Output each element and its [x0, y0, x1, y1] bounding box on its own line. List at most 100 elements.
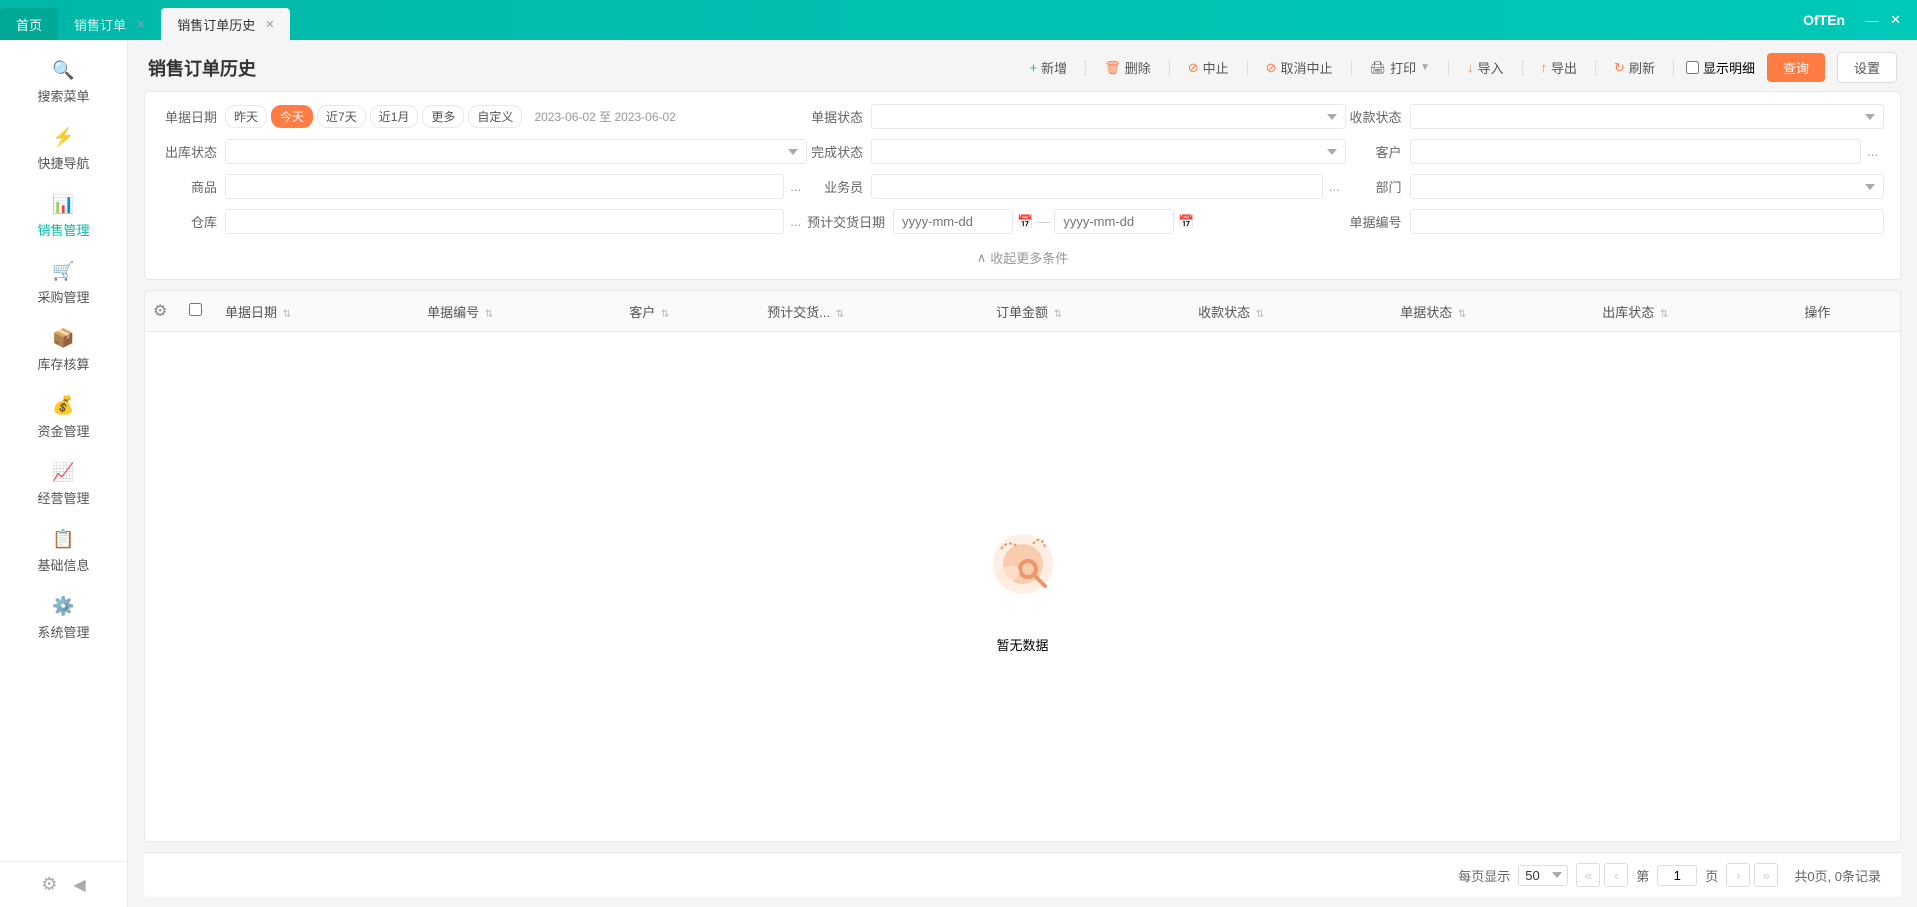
inventory-check-icon: 📦	[52, 326, 76, 350]
warehouse-dots[interactable]: ...	[784, 214, 807, 229]
cancel-stop-icon: ⊘	[1266, 60, 1277, 76]
query-label: 查询	[1783, 61, 1809, 76]
sidebar-item-basic-info[interactable]: 📋 基础信息	[0, 517, 127, 584]
delete-icon: 🗑	[1104, 60, 1121, 76]
sidebar-item-capital-mgmt[interactable]: 💰 资金管理	[0, 383, 127, 450]
query-button[interactable]: 查询	[1767, 53, 1825, 82]
delivery-date-end[interactable]	[1054, 209, 1174, 234]
sidebar-item-quick-nav[interactable]: ⚡ 快捷导航	[0, 115, 127, 182]
sort-payment-status-icon[interactable]: ⇅	[1256, 309, 1264, 320]
sort-warehouse-status-icon[interactable]: ⇅	[1660, 309, 1668, 320]
sidebar-item-sales-mgmt[interactable]: 📊 销售管理	[0, 182, 127, 249]
bill-no-input[interactable]	[1410, 209, 1884, 234]
per-page-select[interactable]: 10 20 50 100	[1518, 865, 1568, 886]
close-btn[interactable]: ✕	[1890, 12, 1901, 28]
col-action: 操作	[1796, 291, 1900, 332]
sort-bill-status-icon[interactable]: ⇅	[1458, 309, 1466, 320]
col-payment-status-label: 收款状态	[1198, 305, 1250, 320]
cancel-stop-button[interactable]: ⊘ 取消中止	[1260, 54, 1339, 81]
sidebar-item-system-mgmt[interactable]: ⚙️ 系统管理	[0, 584, 127, 651]
settings-button[interactable]: 设置	[1837, 52, 1897, 83]
last-page-btn[interactable]: »	[1754, 863, 1778, 887]
dept-label: 部门	[1346, 177, 1410, 196]
payment-status-select[interactable]	[1410, 104, 1884, 129]
sort-order-amount-icon[interactable]: ⇅	[1054, 309, 1062, 320]
warehouse-status-select[interactable]	[225, 139, 807, 164]
export-label: 导出	[1551, 58, 1577, 77]
complete-status-select[interactable]	[871, 139, 1345, 164]
date-btn-custom[interactable]: 自定义	[468, 105, 522, 128]
warehouse-input[interactable]	[225, 209, 784, 234]
delivery-date-start[interactable]	[893, 209, 1013, 234]
tab-sales-order-history[interactable]: 销售订单历史 ✕	[161, 8, 290, 40]
date-btn-yesterday[interactable]: 昨天	[225, 105, 267, 128]
tab-sales-order[interactable]: 销售订单 ✕	[58, 8, 161, 40]
col-settings: ⚙	[145, 291, 181, 332]
date-separator: —	[1037, 214, 1050, 229]
dept-select[interactable]	[1410, 174, 1884, 199]
table-header-row: ⚙ 单据日期 ⇅ 单据编号 ⇅	[145, 291, 1900, 332]
date-btn-7days[interactable]: 近7天	[317, 105, 366, 128]
empty-state-illustration	[973, 519, 1073, 619]
sidebar-item-purchase-mgmt[interactable]: 🛒 采购管理	[0, 249, 127, 316]
customer-dots[interactable]: ...	[1861, 144, 1884, 159]
divider-7	[1595, 60, 1596, 76]
empty-state: 暂无数据	[145, 332, 1900, 841]
print-icon: 🖨	[1370, 60, 1387, 76]
sidebar-item-quick-nav-label: 快捷导航	[37, 153, 89, 172]
col-expected-delivery-label: 预计交货...	[767, 305, 830, 320]
salesperson-input[interactable]	[871, 174, 1323, 199]
goods-input[interactable]	[225, 174, 784, 199]
total-text: 共0页, 0条记录	[1794, 866, 1881, 885]
sidebar-collapse-icon[interactable]: ◀	[73, 875, 85, 895]
collapse-label: 收起更多条件	[990, 248, 1068, 267]
minimize-btn[interactable]: —	[1865, 13, 1878, 28]
calendar-end-icon[interactable]: 📅	[1178, 214, 1194, 230]
prev-page-btn[interactable]: ‹	[1604, 863, 1628, 887]
page-input[interactable]	[1657, 865, 1697, 886]
stop-button[interactable]: ⊘ 中止	[1182, 54, 1235, 81]
table-settings-icon[interactable]: ⚙	[153, 303, 167, 320]
page-nav: « ‹ 第 页 › »	[1576, 863, 1778, 887]
sort-bill-no-icon[interactable]: ⇅	[485, 309, 493, 320]
date-btn-today[interactable]: 今天	[271, 105, 313, 128]
date-btn-1month[interactable]: 近1月	[370, 105, 419, 128]
goods-dots[interactable]: ...	[784, 179, 807, 194]
customer-input[interactable]	[1410, 139, 1862, 164]
next-page-btn[interactable]: ›	[1726, 863, 1750, 887]
sidebar-item-operations-mgmt[interactable]: 📈 经营管理	[0, 450, 127, 517]
first-page-btn[interactable]: «	[1576, 863, 1600, 887]
calendar-start-icon[interactable]: 📅	[1017, 214, 1033, 230]
print-chevron-icon: ▼	[1420, 62, 1430, 73]
sort-customer-icon[interactable]: ⇅	[661, 309, 669, 320]
filter-warehouse-status: 出库状态	[161, 139, 807, 164]
sidebar-item-operations-mgmt-label: 经营管理	[37, 488, 89, 507]
import-button[interactable]: ↓ 导入	[1461, 54, 1510, 81]
table-wrap: ⚙ 单据日期 ⇅ 单据编号 ⇅	[144, 290, 1901, 842]
sort-expected-delivery-icon[interactable]: ⇅	[836, 309, 844, 320]
sidebar-item-sales-mgmt-label: 销售管理	[37, 220, 89, 239]
salesperson-dots[interactable]: ...	[1323, 179, 1346, 194]
refresh-button[interactable]: ↻ 刷新	[1608, 54, 1661, 81]
print-button[interactable]: 🖨 打印 ▼	[1364, 54, 1436, 81]
tab-sales-order-history-close[interactable]: ✕	[265, 18, 274, 31]
show-detail-checkbox[interactable]	[1686, 61, 1699, 74]
tab-sales-order-close[interactable]: ✕	[136, 18, 145, 31]
col-warehouse-status: 出库状态 ⇅	[1594, 291, 1796, 332]
date-btn-more[interactable]: 更多	[422, 105, 464, 128]
divider-6	[1522, 60, 1523, 76]
sidebar-settings-icon[interactable]: ⚙	[41, 874, 57, 895]
bill-status-select[interactable]	[871, 104, 1345, 129]
import-icon: ↓	[1467, 60, 1474, 75]
collapse-link[interactable]: ∧ 收起更多条件	[161, 244, 1884, 267]
select-all-checkbox[interactable]	[189, 303, 202, 316]
delete-button[interactable]: 🗑 删除	[1098, 54, 1157, 81]
sort-bill-date-icon[interactable]: ⇅	[283, 309, 291, 320]
sidebar-item-inventory-check[interactable]: 📦 库存核算	[0, 316, 127, 383]
new-button[interactable]: + 新增	[1024, 54, 1074, 81]
tab-home[interactable]: 首页	[0, 8, 58, 40]
export-button[interactable]: ↑ 导出	[1535, 54, 1584, 81]
col-bill-status-label: 单据状态	[1400, 305, 1452, 320]
main-layout: 🔍 搜索菜单 ⚡ 快捷导航 📊 销售管理 🛒 采购管理 📦 库存核算 💰 资金管…	[0, 40, 1917, 907]
sidebar-item-search-menu[interactable]: 🔍 搜索菜单	[0, 48, 127, 115]
